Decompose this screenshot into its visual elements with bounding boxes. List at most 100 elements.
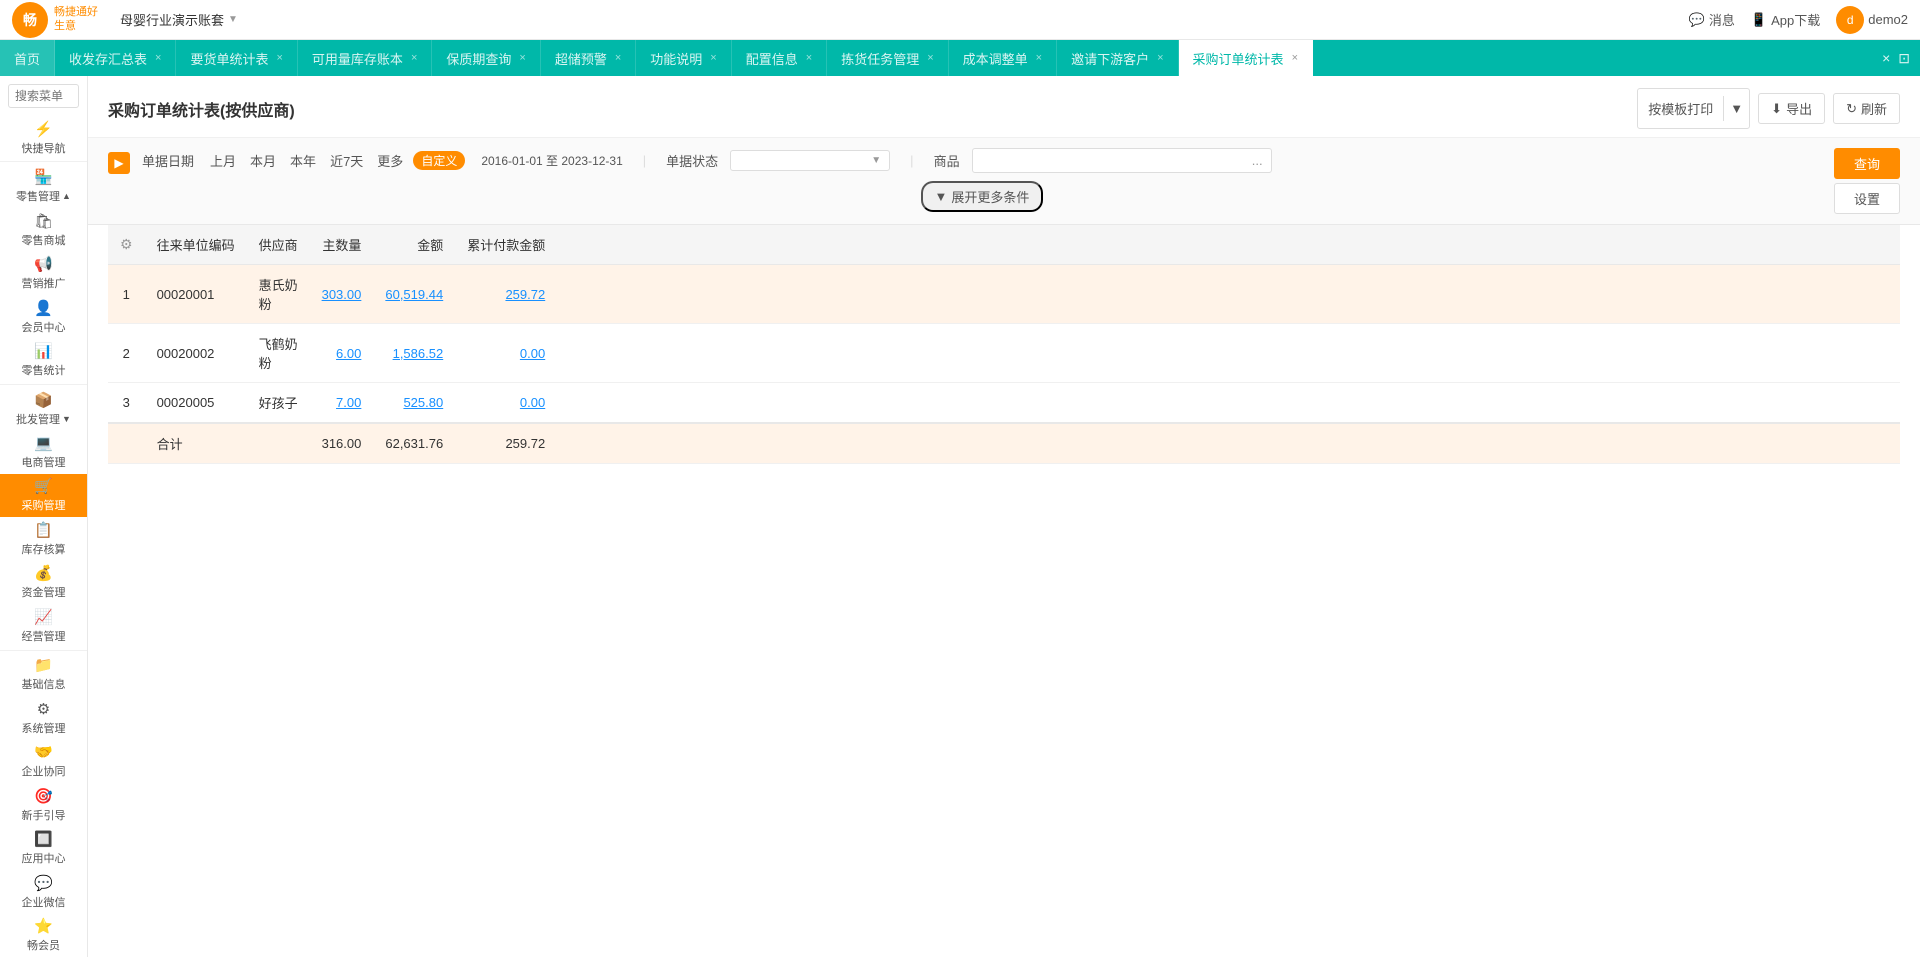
data-table: ⚙ 往来单位编码 供应商 主数量 金额 累计付款金额 1 00020001	[108, 225, 1900, 464]
tab-over-stock-warning[interactable]: 超储预警 ×	[541, 40, 636, 76]
sidebar-purchase-mgmt-label: 采购管理	[22, 497, 66, 513]
goods-filter-input[interactable]: ...	[972, 148, 1272, 173]
window-mode-btn[interactable]: ⊡	[1898, 50, 1910, 67]
tab-home[interactable]: 首页	[0, 40, 55, 76]
date-custom-tag[interactable]: 自定义	[413, 151, 465, 170]
shortcut-this-year[interactable]: 本年	[286, 149, 320, 172]
sidebar-item-app-center[interactable]: 🔲 应用中心	[0, 826, 87, 869]
tab-config-info-close[interactable]: ×	[806, 52, 812, 64]
filter-collapse-btn[interactable]: ▶	[108, 152, 130, 174]
tab-function-desc[interactable]: 功能说明 ×	[636, 40, 731, 76]
sidebar-item-retail-stats[interactable]: 📊 零售统计	[0, 338, 87, 381]
chevron-down-icon: ▼	[228, 14, 238, 25]
sidebar-item-member-center[interactable]: 👤 会员中心	[0, 295, 87, 338]
row-1-supplier: 惠氏奶粉	[247, 265, 310, 324]
sidebar-item-fund-mgmt[interactable]: 💰 资金管理	[0, 561, 87, 604]
shortcut-more[interactable]: 更多	[373, 149, 407, 172]
close-all-tabs-btn[interactable]: ×	[1882, 50, 1890, 66]
sidebar-item-quick-nav[interactable]: ⚡ 快捷导航	[0, 116, 87, 159]
filter-right-actions: 查询 设置	[1834, 148, 1900, 214]
tab-over-stock-warning-close[interactable]: ×	[615, 52, 621, 64]
message-btn[interactable]: 💬 消息	[1689, 10, 1735, 29]
tab-pick-task-close[interactable]: ×	[927, 52, 933, 64]
sidebar-item-inventory-check[interactable]: 📋 库存核算	[0, 517, 87, 560]
settings-col-icon[interactable]: ⚙	[120, 236, 133, 252]
table-footer: 合计 316.00 62,631.76 259.72	[108, 423, 1900, 464]
sidebar-item-enterprise-collab[interactable]: 🤝 企业协同	[0, 740, 87, 783]
row-3-paid[interactable]: 0.00	[455, 383, 557, 424]
tab-invite-downstream-label: 邀请下游客户	[1071, 49, 1149, 68]
tab-purchase-order-summary-close[interactable]: ×	[1292, 52, 1298, 64]
row-3-amount[interactable]: 525.80	[373, 383, 455, 424]
sidebar-item-new-guide[interactable]: 🎯 新手引导	[0, 783, 87, 826]
tab-function-desc-close[interactable]: ×	[710, 52, 716, 64]
row-3-num: 3	[108, 383, 145, 424]
row-2-paid[interactable]: 0.00	[455, 324, 557, 383]
sidebar-item-system-mgmt[interactable]: ⚙ 系统管理	[0, 696, 87, 739]
row-3-qty[interactable]: 7.00	[310, 383, 374, 424]
print-btn-label: 按模板打印	[1638, 94, 1723, 123]
tab-invite-downstream[interactable]: 邀请下游客户 ×	[1057, 40, 1178, 76]
footer-spacer-1	[108, 423, 145, 464]
col-supplier: 供应商	[247, 225, 310, 265]
row-1-amount[interactable]: 60,519.44	[373, 265, 455, 324]
row-1-paid[interactable]: 259.72	[455, 265, 557, 324]
status-filter-select[interactable]: ▼	[730, 150, 890, 171]
shortcut-7days[interactable]: 近7天	[326, 149, 367, 172]
tab-invite-downstream-close[interactable]: ×	[1157, 52, 1163, 64]
tab-available-stock-close[interactable]: ×	[411, 52, 417, 64]
footer-row: 合计 316.00 62,631.76 259.72	[108, 423, 1900, 464]
purchase-mgmt-icon: 🛒	[34, 477, 53, 495]
search-input[interactable]	[8, 84, 79, 108]
row-1-qty[interactable]: 303.00	[310, 265, 374, 324]
print-btn[interactable]: 按模板打印 ▼	[1637, 88, 1750, 129]
query-btn[interactable]: 查询	[1834, 148, 1900, 179]
tab-cost-adjust-close[interactable]: ×	[1036, 52, 1042, 64]
goods-input-more: ...	[1252, 153, 1263, 168]
batch-mgmt-label-row: 批发管理 ▼	[16, 411, 71, 427]
tab-purchase-order-summary[interactable]: 采购订单统计表 ×	[1179, 40, 1313, 76]
sidebar-member-center-label: 会员中心	[22, 319, 66, 335]
tab-order-summary-close[interactable]: ×	[276, 52, 282, 64]
filter-expand-row: ▼ 展开更多条件	[142, 181, 1822, 212]
sidebar-item-vip-member[interactable]: ⭐ 畅会员	[0, 913, 87, 956]
sidebar-item-retail-store[interactable]: 🛍 零售商城	[0, 208, 87, 251]
tab-receive-summary-close[interactable]: ×	[155, 52, 161, 64]
user-profile[interactable]: d demo2	[1836, 6, 1908, 34]
org-selector[interactable]: 母婴行业演示账套 ▼	[120, 10, 238, 29]
nav-tabs: 首页 收发存汇总表 × 要货单统计表 × 可用量库存账本 × 保质期查询 × 超…	[0, 40, 1920, 76]
shortcut-this-month[interactable]: 本月	[246, 149, 280, 172]
sidebar-item-batch-mgmt[interactable]: 📦 批发管理 ▼	[0, 387, 87, 430]
export-btn[interactable]: ⬇ 导出	[1758, 93, 1825, 124]
sidebar-fund-mgmt-label: 资金管理	[22, 584, 66, 600]
sidebar-item-ecommerce-mgmt[interactable]: 💻 电商管理	[0, 430, 87, 473]
sidebar-item-retail-mgmt[interactable]: 🏪 零售管理 ▲	[0, 164, 87, 207]
footer-spacer-2	[247, 423, 310, 464]
tab-receive-summary[interactable]: 收发存汇总表 ×	[55, 40, 176, 76]
tab-validity-query-close[interactable]: ×	[519, 52, 525, 64]
sidebar-item-enterprise-wechat[interactable]: 💬 企业微信	[0, 870, 87, 913]
shortcut-last-month[interactable]: 上月	[206, 149, 240, 172]
tab-order-summary[interactable]: 要货单统计表 ×	[176, 40, 297, 76]
retail-mgmt-icon: 🏪	[34, 168, 53, 186]
tab-pick-task[interactable]: 拣货任务管理 ×	[827, 40, 948, 76]
filter-settings-btn[interactable]: 设置	[1834, 183, 1900, 214]
basic-info-icon: 📁	[34, 656, 53, 674]
sidebar-item-purchase-mgmt[interactable]: 🛒 采购管理	[0, 474, 87, 517]
tab-available-stock[interactable]: 可用量库存账本 ×	[298, 40, 432, 76]
sidebar-item-marketing[interactable]: 📢 营销推广	[0, 251, 87, 294]
tab-cost-adjust[interactable]: 成本调整单 ×	[949, 40, 1057, 76]
tab-config-info[interactable]: 配置信息 ×	[732, 40, 827, 76]
expand-filter-btn[interactable]: ▼ 展开更多条件	[921, 181, 1044, 212]
sidebar-item-basic-info[interactable]: 📁 基础信息	[0, 653, 87, 696]
export-icon: ⬇	[1771, 101, 1782, 117]
refresh-btn[interactable]: ↻ 刷新	[1833, 93, 1900, 124]
operation-mgmt-icon: 📈	[34, 608, 53, 626]
app-download-btn[interactable]: 📱 App下载	[1751, 10, 1820, 29]
tab-validity-query[interactable]: 保质期查询 ×	[432, 40, 540, 76]
row-2-amount[interactable]: 1,586.52	[373, 324, 455, 383]
print-btn-dropdown-icon[interactable]: ▼	[1723, 96, 1749, 121]
tab-home-label: 首页	[14, 49, 40, 68]
row-2-qty[interactable]: 6.00	[310, 324, 374, 383]
sidebar-item-operation-mgmt[interactable]: 📈 经营管理	[0, 604, 87, 647]
